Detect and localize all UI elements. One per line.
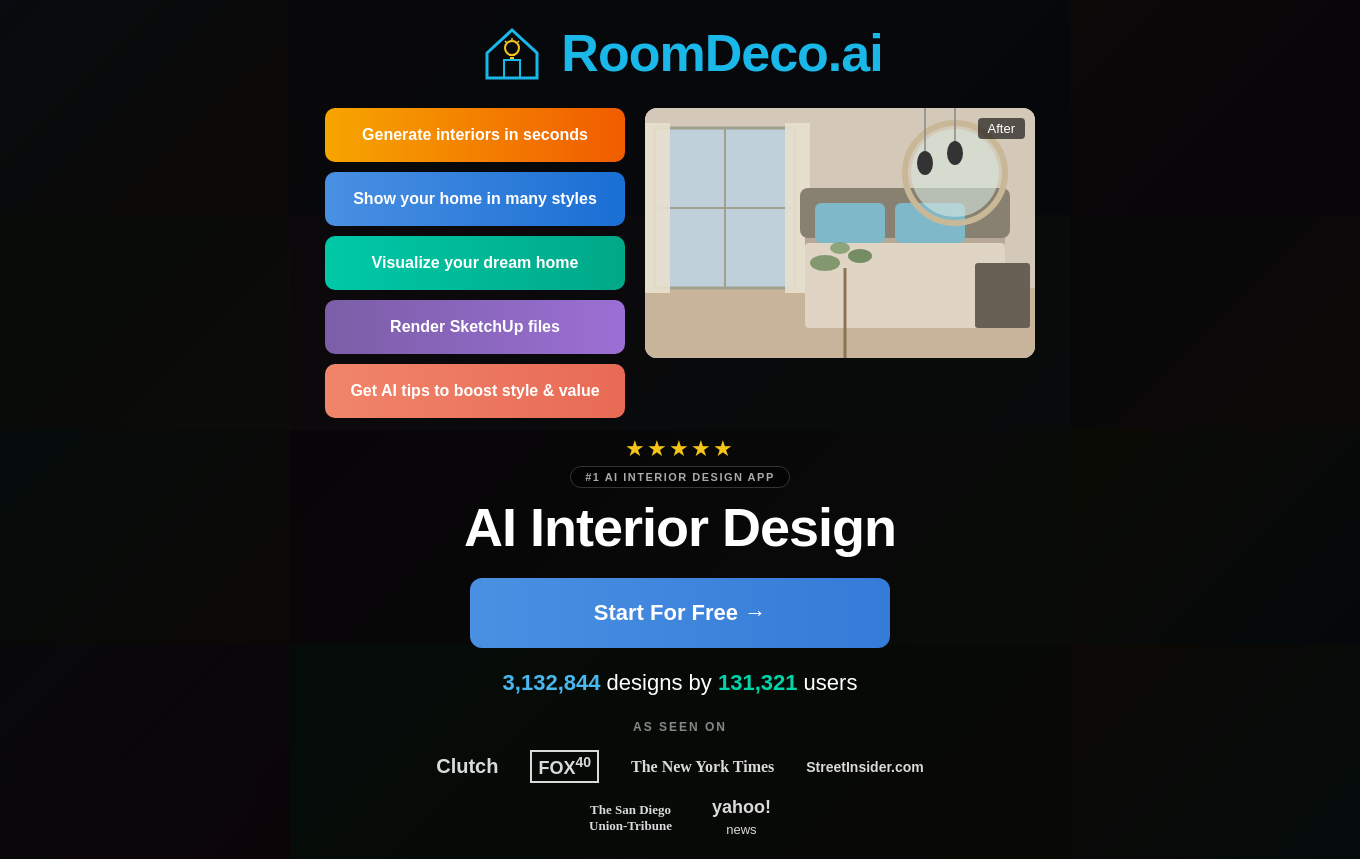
stars-row: ★★★★★ #1 AI INTERIOR DESIGN APP	[570, 436, 790, 488]
users-count: 131,321	[718, 670, 798, 695]
svg-rect-0	[504, 60, 520, 78]
svg-point-1	[505, 41, 519, 55]
press-row-2: The San DiegoUnion-Tribune yahoo!news	[436, 797, 924, 839]
main-row: Generate interiors in seconds Show your …	[325, 108, 1035, 418]
svg-point-30	[830, 242, 850, 254]
users-text: users	[804, 670, 858, 695]
after-badge: After	[978, 118, 1025, 139]
svg-line-5	[518, 41, 520, 43]
stats-row: 3,132,844 designs by 131,321 users	[503, 670, 858, 696]
feature-btn-tips[interactable]: Get AI tips to boost style & value	[325, 364, 625, 418]
logo-row: RoomDeco.ai	[477, 18, 882, 88]
svg-line-6	[505, 41, 507, 43]
logo-text: RoomDeco.ai	[561, 23, 882, 83]
main-content: RoomDeco.ai Generate interiors in second…	[0, 0, 1360, 853]
as-seen-label: AS SEEN ON	[436, 720, 924, 734]
feature-btn-generate[interactable]: Generate interiors in seconds	[325, 108, 625, 162]
press-logo-nyt: The New York Times	[631, 758, 774, 776]
svg-point-29	[848, 249, 872, 263]
press-logo-fox: FOX40	[530, 750, 599, 783]
press-logo-yahoo: yahoo!news	[712, 797, 771, 839]
cta-button[interactable]: Start For Free →	[470, 578, 890, 648]
headline: AI Interior Design	[464, 496, 896, 558]
feature-btn-sketchup[interactable]: Render SketchUp files	[325, 300, 625, 354]
feature-btn-visualize[interactable]: Visualize your dream home	[325, 236, 625, 290]
press-row-1: Clutch FOX40 The New York Times StreetIn…	[436, 750, 924, 783]
feature-buttons: Generate interiors in seconds Show your …	[325, 108, 625, 418]
svg-point-25	[947, 141, 963, 165]
app-badge: #1 AI INTERIOR DESIGN APP	[570, 466, 790, 488]
svg-point-23	[917, 151, 933, 175]
svg-point-28	[810, 255, 840, 271]
room-image	[645, 108, 1035, 358]
stars: ★★★★★	[625, 436, 735, 462]
logo-icon	[477, 18, 547, 88]
svg-rect-17	[815, 203, 885, 243]
svg-rect-26	[975, 263, 1030, 328]
feature-btn-styles[interactable]: Show your home in many styles	[325, 172, 625, 226]
as-seen-on: AS SEEN ON Clutch FOX40 The New York Tim…	[436, 720, 924, 839]
room-image-container: After	[645, 108, 1035, 358]
designs-count: 3,132,844	[503, 670, 601, 695]
press-logo-tribune: The San DiegoUnion-Tribune	[589, 802, 672, 834]
press-logo-clutch: Clutch	[436, 755, 498, 778]
press-logo-street: StreetInsider.com	[806, 759, 924, 775]
svg-rect-13	[645, 123, 670, 293]
designs-text: designs by	[607, 670, 712, 695]
